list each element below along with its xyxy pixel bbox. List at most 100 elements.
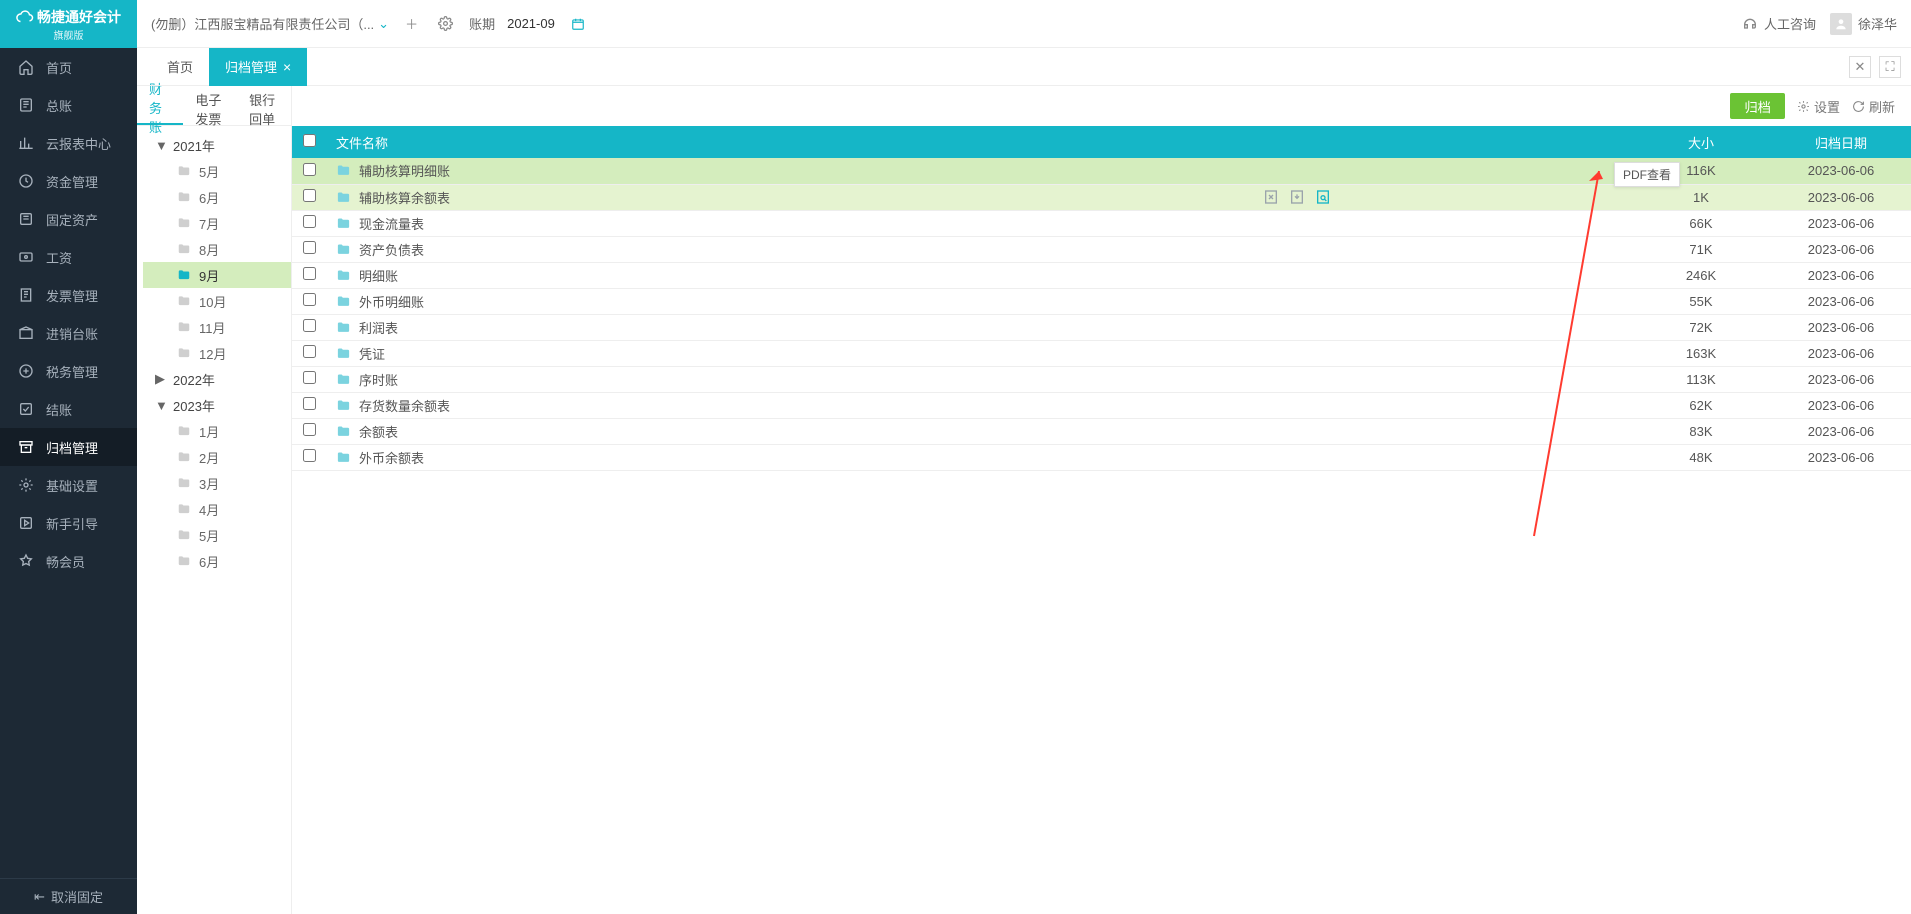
tree-month[interactable]: 5月 xyxy=(143,522,291,548)
row-checkbox[interactable] xyxy=(303,319,316,332)
tree-month[interactable]: 2月 xyxy=(143,444,291,470)
tree-year[interactable]: ▼2021年 xyxy=(143,132,291,158)
company-select[interactable]: (勿删）江西服宝精品有限责任公司（... ⌄ xyxy=(151,14,389,33)
nav-item-vip[interactable]: 畅会员 xyxy=(0,542,137,580)
add-button[interactable]: ＋ xyxy=(401,10,422,37)
row-checkbox[interactable] xyxy=(303,163,316,176)
archive-button[interactable]: 归档 xyxy=(1730,93,1785,119)
tree-month[interactable]: 4月 xyxy=(143,496,291,522)
table-row[interactable]: 利润表 72K 2023-06-06 xyxy=(292,314,1911,340)
folder-icon xyxy=(177,242,191,256)
close-icon[interactable]: × xyxy=(283,59,291,75)
tree-month[interactable]: 7月 xyxy=(143,210,291,236)
tree-month[interactable]: 11月 xyxy=(143,314,291,340)
table-row[interactable]: 现金流量表 66K 2023-06-06 xyxy=(292,210,1911,236)
tree-month[interactable]: 10月 xyxy=(143,288,291,314)
row-checkbox[interactable] xyxy=(303,267,316,280)
table-row[interactable]: 外币明细账 55K 2023-06-06 xyxy=(292,288,1911,314)
row-checkbox[interactable] xyxy=(303,241,316,254)
nav-item-archive[interactable]: 归档管理 xyxy=(0,428,137,466)
consult-link[interactable]: 人工咨询 xyxy=(1742,14,1816,33)
folder-icon xyxy=(336,268,351,283)
row-checkbox[interactable] xyxy=(303,189,316,202)
nav-item-asset[interactable]: 固定资产 xyxy=(0,200,137,238)
nav-item-ledger[interactable]: 总账 xyxy=(0,86,137,124)
file-size: 72K xyxy=(1631,314,1771,340)
sidebar-toggle-pin[interactable]: ⇤ 取消固定 xyxy=(0,878,137,914)
nav-item-settings[interactable]: 基础设置 xyxy=(0,466,137,504)
nav-label: 云报表中心 xyxy=(46,134,111,153)
avatar-icon xyxy=(1830,13,1852,35)
fullscreen-button[interactable]: ⛶ xyxy=(1879,56,1901,78)
row-checkbox[interactable] xyxy=(303,397,316,410)
table-row[interactable]: 序时账 113K 2023-06-06 xyxy=(292,366,1911,392)
nav-item-invoice[interactable]: 发票管理 xyxy=(0,276,137,314)
nav-item-close[interactable]: 结账 xyxy=(0,390,137,428)
archive-date: 2023-06-06 xyxy=(1771,210,1911,236)
download-excel-icon[interactable] xyxy=(1263,189,1279,205)
calendar-icon[interactable] xyxy=(567,13,589,35)
user-menu[interactable]: 徐泽华 xyxy=(1830,13,1897,35)
file-name: 序时账 xyxy=(359,370,398,389)
tree-year[interactable]: ▶2022年 xyxy=(143,366,291,392)
row-checkbox[interactable] xyxy=(303,215,316,228)
nav-item-tax[interactable]: 税务管理 xyxy=(0,352,137,390)
pdf-view-tooltip: PDF查看 xyxy=(1614,162,1680,187)
headset-icon xyxy=(1742,16,1758,32)
tree-month[interactable]: 9月 xyxy=(143,262,291,288)
folder-icon xyxy=(177,216,191,230)
nav-item-inventory[interactable]: 进销台账 xyxy=(0,314,137,352)
nav-label: 工资 xyxy=(46,248,72,267)
settings-link[interactable]: 设置 xyxy=(1797,97,1840,116)
gear-icon[interactable] xyxy=(434,12,457,35)
tree-month-label: 5月 xyxy=(199,526,219,545)
row-checkbox[interactable] xyxy=(303,293,316,306)
tab-close-button[interactable]: ✕ xyxy=(1849,56,1871,78)
tree-month[interactable]: 5月 xyxy=(143,158,291,184)
table-row[interactable]: 凭证 163K 2023-06-06 xyxy=(292,340,1911,366)
pdf-view-icon[interactable] xyxy=(1315,189,1331,205)
nav-item-chart[interactable]: 云报表中心 xyxy=(0,124,137,162)
tree-year[interactable]: ▼2023年 xyxy=(143,392,291,418)
tree-month[interactable]: 6月 xyxy=(143,184,291,210)
archive-date: 2023-06-06 xyxy=(1771,366,1911,392)
table-row[interactable]: 外币余额表 48K 2023-06-06 xyxy=(292,444,1911,470)
download-pdf-icon[interactable] xyxy=(1289,189,1305,205)
folder-icon xyxy=(336,346,351,361)
nav-item-wallet[interactable]: 资金管理 xyxy=(0,162,137,200)
nav-label: 税务管理 xyxy=(46,362,98,381)
salary-icon xyxy=(18,249,34,265)
tree-month[interactable]: 1月 xyxy=(143,418,291,444)
row-checkbox[interactable] xyxy=(303,449,316,462)
refresh-link[interactable]: 刷新 xyxy=(1852,97,1895,116)
tree-month[interactable]: 3月 xyxy=(143,470,291,496)
filter-tab[interactable]: 银行回单 xyxy=(237,92,291,125)
row-checkbox[interactable] xyxy=(303,423,316,436)
page-tab[interactable]: 首页 xyxy=(151,48,209,86)
row-checkbox[interactable] xyxy=(303,371,316,384)
nav-item-guide[interactable]: 新手引导 xyxy=(0,504,137,542)
file-name: 凭证 xyxy=(359,344,385,363)
nav-item-home[interactable]: 首页 xyxy=(0,48,137,86)
table-row[interactable]: 资产负债表 71K 2023-06-06 xyxy=(292,236,1911,262)
filter-tab[interactable]: 电子发票 xyxy=(183,92,237,125)
nav-item-salary[interactable]: 工资 xyxy=(0,238,137,276)
folder-icon xyxy=(177,346,191,360)
folder-icon xyxy=(336,163,351,178)
tree-month[interactable]: 12月 xyxy=(143,340,291,366)
tabbar: 首页归档管理× ✕ ⛶ xyxy=(137,48,1911,86)
tree-month[interactable]: 6月 xyxy=(143,548,291,574)
page-tab[interactable]: 归档管理× xyxy=(209,48,307,86)
tree-month[interactable]: 8月 xyxy=(143,236,291,262)
tree-month-label: 1月 xyxy=(199,422,219,441)
nav-label: 资金管理 xyxy=(46,172,98,191)
row-checkbox[interactable] xyxy=(303,345,316,358)
table-row[interactable]: 余额表 83K 2023-06-06 xyxy=(292,418,1911,444)
period-label: 账期 xyxy=(469,14,495,33)
period-value[interactable]: 2021-09 xyxy=(507,16,555,31)
filter-tab[interactable]: 财务账 xyxy=(137,92,183,125)
table-row[interactable]: 辅助核算余额表 1K 2023-06-06 xyxy=(292,184,1911,210)
table-row[interactable]: 明细账 246K 2023-06-06 xyxy=(292,262,1911,288)
select-all-checkbox[interactable] xyxy=(303,134,316,147)
table-row[interactable]: 存货数量余额表 62K 2023-06-06 xyxy=(292,392,1911,418)
